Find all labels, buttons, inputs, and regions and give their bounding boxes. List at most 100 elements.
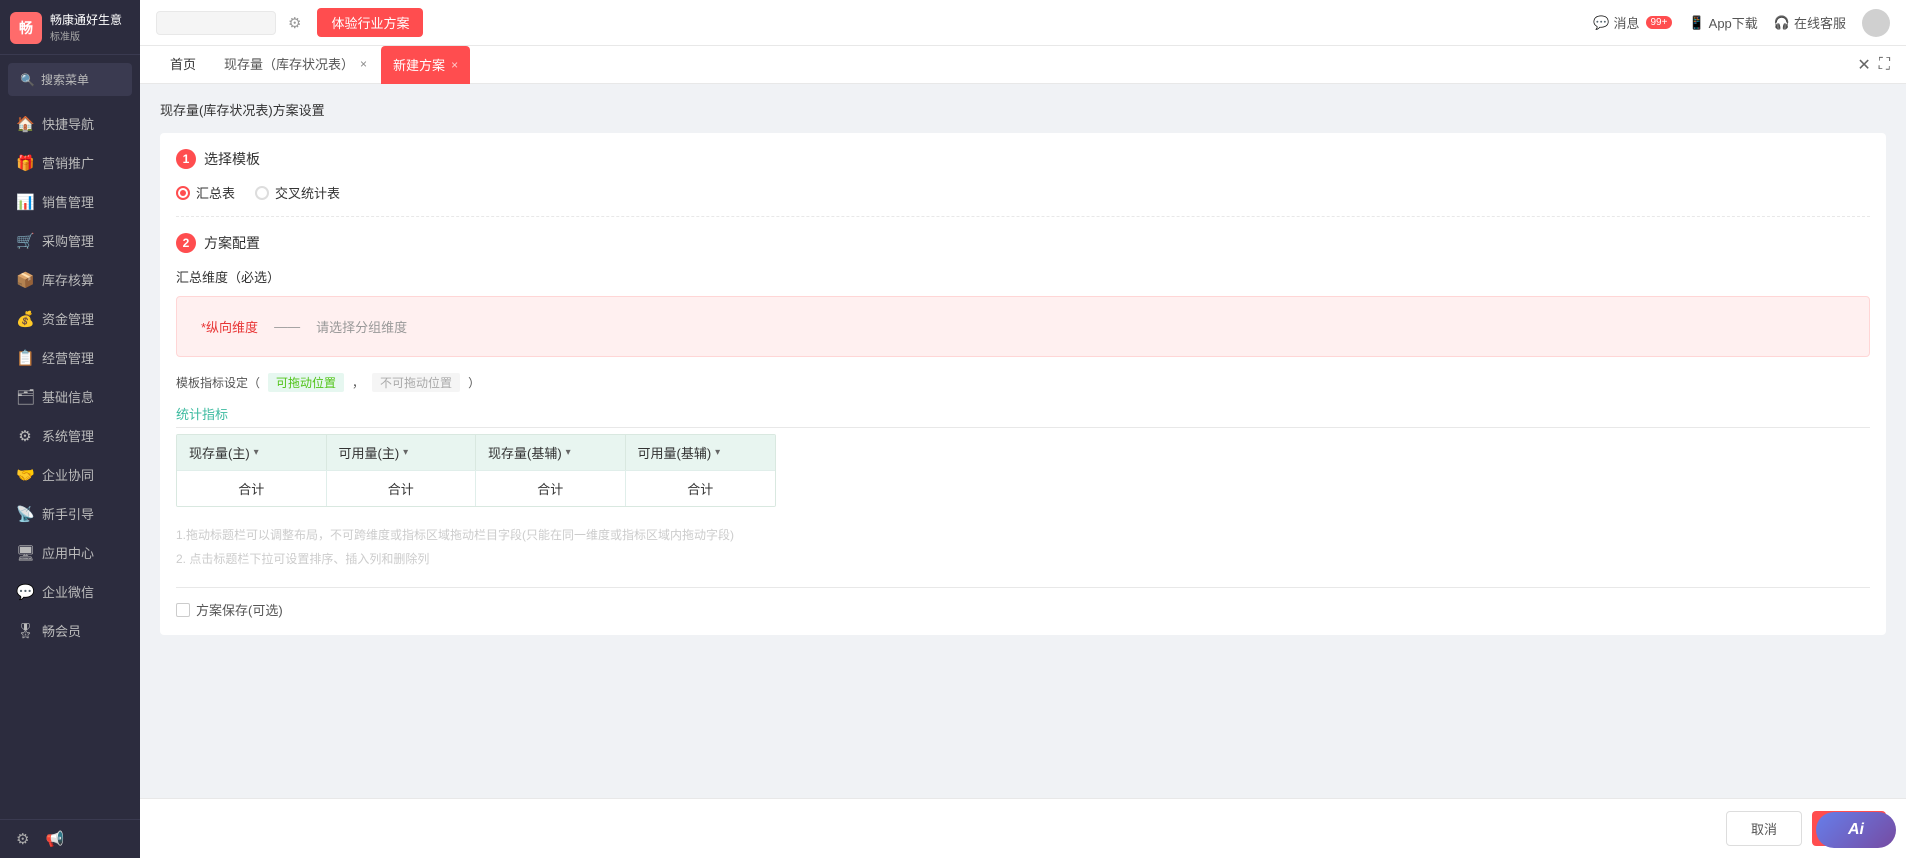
- cell-2: 合计: [476, 471, 626, 506]
- main-area: ⚙ 体验行业方案 💬 消息 99+ 📱 App下载 🎧 在线客服 首页: [140, 0, 1906, 858]
- radio-summary[interactable]: 汇总表: [176, 183, 235, 202]
- sidebar-label-newguide: 新手引导: [42, 504, 94, 523]
- sidebar-label-cooperation: 企业协同: [42, 465, 94, 484]
- col-header-1[interactable]: 可用量(主) ▾: [327, 435, 477, 470]
- col-dropdown-2[interactable]: ▾: [566, 447, 571, 458]
- search-label: 搜索菜单: [41, 71, 89, 88]
- sidebar-item-inventory[interactable]: 📦 库存核算: [0, 260, 140, 299]
- radio-summary-label: 汇总表: [196, 183, 235, 202]
- sidebar-item-newguide[interactable]: 📡 新手引导: [0, 494, 140, 533]
- indicator-label: 模板指标设定（: [176, 374, 260, 391]
- save-checkbox-row: 方案保存(可选): [176, 587, 1870, 619]
- sidebar-label-basic: 基础信息: [42, 387, 94, 406]
- inventory-icon: 📦: [16, 271, 34, 289]
- template-row: 汇总表 交叉统计表: [176, 183, 1870, 217]
- step1-label: 选择模板: [204, 149, 260, 169]
- gift-icon: 🎁: [16, 154, 34, 172]
- messages-badge: 99+: [1646, 16, 1673, 29]
- service-icon: 🎧: [1774, 15, 1790, 31]
- online-service-button[interactable]: 🎧 在线客服: [1774, 13, 1846, 32]
- sidebar-item-wechat[interactable]: 💬 企业微信: [0, 572, 140, 611]
- cancel-button[interactable]: 取消: [1726, 811, 1802, 846]
- tip-num-2: 2. 点击标题栏下拉可设置排序、插入列和删除列: [176, 547, 429, 571]
- cell-3: 合计: [626, 471, 776, 506]
- col-dropdown-0[interactable]: ▾: [254, 447, 259, 458]
- logo-icon: 畅: [10, 12, 42, 44]
- col-header-3[interactable]: 可用量(基辅) ▾: [626, 435, 776, 470]
- wechat-icon: 💬: [16, 583, 34, 601]
- indicator-table: 现存量(主) ▾ 可用量(主) ▾ 现存量(基辅) ▾: [176, 434, 776, 507]
- messages-label: 消息: [1613, 13, 1639, 32]
- main-content: 现存量(库存状况表)方案设置 1 选择模板 汇总表 交叉统计表: [140, 84, 1906, 798]
- topbar-search-input[interactable]: [156, 11, 276, 35]
- action-bar: 取消 查询: [140, 798, 1906, 858]
- indicator-header-row: 现存量(主) ▾ 可用量(主) ▾ 现存量(基辅) ▾: [177, 435, 775, 470]
- tab-home[interactable]: 首页: [156, 46, 210, 84]
- sidebar-label-member: 畅会员: [42, 621, 81, 640]
- trial-button[interactable]: 体验行业方案: [317, 8, 423, 37]
- app-download-button[interactable]: 📱 App下载: [1688, 13, 1757, 32]
- ai-fab-button[interactable]: Ai: [1816, 812, 1896, 848]
- col-label-2: 现存量(基辅): [488, 443, 562, 462]
- purchase-icon: 🛒: [16, 232, 34, 250]
- tab-expand-button[interactable]: ⛶: [1879, 55, 1890, 75]
- step2-header: 2 方案配置: [176, 233, 1870, 253]
- col-header-0[interactable]: 现存量(主) ▾: [177, 435, 327, 470]
- sidebar-item-purchase[interactable]: 🛒 采购管理: [0, 221, 140, 260]
- sidebar-search-bar[interactable]: 🔍 搜索菜单: [8, 63, 132, 96]
- config-section: 1 选择模板 汇总表 交叉统计表 2: [160, 133, 1886, 635]
- messages-button[interactable]: 💬 消息 99+: [1593, 13, 1672, 32]
- sidebar-item-marketing[interactable]: 🎁 营销推广: [0, 143, 140, 182]
- dimension-separator: ——: [274, 319, 300, 334]
- sidebar-item-operations[interactable]: 📋 经营管理: [0, 338, 140, 377]
- radio-cross-label: 交叉统计表: [275, 183, 340, 202]
- settings-icon[interactable]: ⚙: [16, 830, 29, 848]
- save-checkbox-label: 方案保存(可选): [196, 600, 283, 619]
- indicator-data-row: 合计 合计 合计 合计: [177, 470, 775, 506]
- step2-number: 2: [176, 233, 196, 253]
- sidebar-item-cooperation[interactable]: 🤝 企业协同: [0, 455, 140, 494]
- col-label-0: 现存量(主): [189, 443, 250, 462]
- col-dropdown-3[interactable]: ▾: [715, 447, 720, 458]
- step1-number: 1: [176, 149, 196, 169]
- sidebar-label-operations: 经营管理: [42, 348, 94, 367]
- sidebar-bottom: ⚙ 📢: [0, 819, 140, 858]
- tab-new-plan-close[interactable]: ×: [451, 58, 458, 72]
- sidebar-item-sales[interactable]: 📊 销售管理: [0, 182, 140, 221]
- sidebar-label-finance: 资金管理: [42, 309, 94, 328]
- user-avatar[interactable]: [1862, 9, 1890, 37]
- sidebar-item-system[interactable]: ⚙ 系统管理: [0, 416, 140, 455]
- tab-collapse-button[interactable]: ✕: [1857, 55, 1870, 75]
- newguide-icon: 📡: [16, 505, 34, 523]
- logo-text-block: 畅康通好生意 标准版: [50, 13, 122, 44]
- tab-inventory-close[interactable]: ×: [360, 57, 367, 71]
- tab-new-plan[interactable]: 新建方案 ×: [381, 46, 470, 84]
- speaker-icon[interactable]: 📢: [45, 830, 64, 848]
- sidebar-item-finance[interactable]: 💰 资金管理: [0, 299, 140, 338]
- topbar-gear-icon[interactable]: ⚙: [288, 14, 301, 32]
- sidebar-nav: 🔍 搜索菜单 🏠 快捷导航 🎁 营销推广 📊 销售管理 🛒 采购管理 📦 库存核…: [0, 55, 140, 819]
- sidebar-item-basic[interactable]: 🗂 基础信息: [0, 377, 140, 416]
- dimension-box[interactable]: *纵向维度 —— 请选择分组维度: [176, 296, 1870, 357]
- tip-2: 2. 点击标题栏下拉可设置排序、插入列和删除列: [176, 547, 1870, 571]
- cell-1: 合计: [327, 471, 477, 506]
- plan-config: 2 方案配置 汇总维度（必选） *纵向维度 —— 请选择分组维度 模板指标设定（…: [176, 233, 1870, 571]
- sidebar-item-member[interactable]: 🎖 畅会员: [0, 611, 140, 650]
- tip-num-1: 1.拖动标题栏可以调整布局，不可跨维度或指标区域拖动栏目字段(只能在同一维度或指…: [176, 523, 734, 547]
- online-service-label: 在线客服: [1794, 13, 1846, 32]
- message-icon: 💬: [1593, 15, 1609, 31]
- col-header-2[interactable]: 现存量(基辅) ▾: [476, 435, 626, 470]
- indicator-title: 模板指标设定（ 可拖动位置 ， 不可拖动位置 ）: [176, 373, 1870, 392]
- radio-cross[interactable]: 交叉统计表: [255, 183, 340, 202]
- sales-icon: 📊: [16, 193, 34, 211]
- sidebar-item-shortcut[interactable]: 🏠 快捷导航: [0, 104, 140, 143]
- topbar: ⚙ 体验行业方案 💬 消息 99+ 📱 App下载 🎧 在线客服: [140, 0, 1906, 46]
- tab-inventory[interactable]: 现存量（库存状况表） ×: [210, 46, 381, 84]
- basic-icon: 🗂: [16, 388, 34, 406]
- operations-icon: 📋: [16, 349, 34, 367]
- sidebar-item-apps[interactable]: 🖥 应用中心: [0, 533, 140, 572]
- tab-inventory-label: 现存量（库存状况表）: [224, 54, 354, 73]
- member-icon: 🎖: [16, 622, 34, 640]
- col-dropdown-1[interactable]: ▾: [403, 447, 408, 458]
- save-checkbox-input[interactable]: [176, 603, 190, 617]
